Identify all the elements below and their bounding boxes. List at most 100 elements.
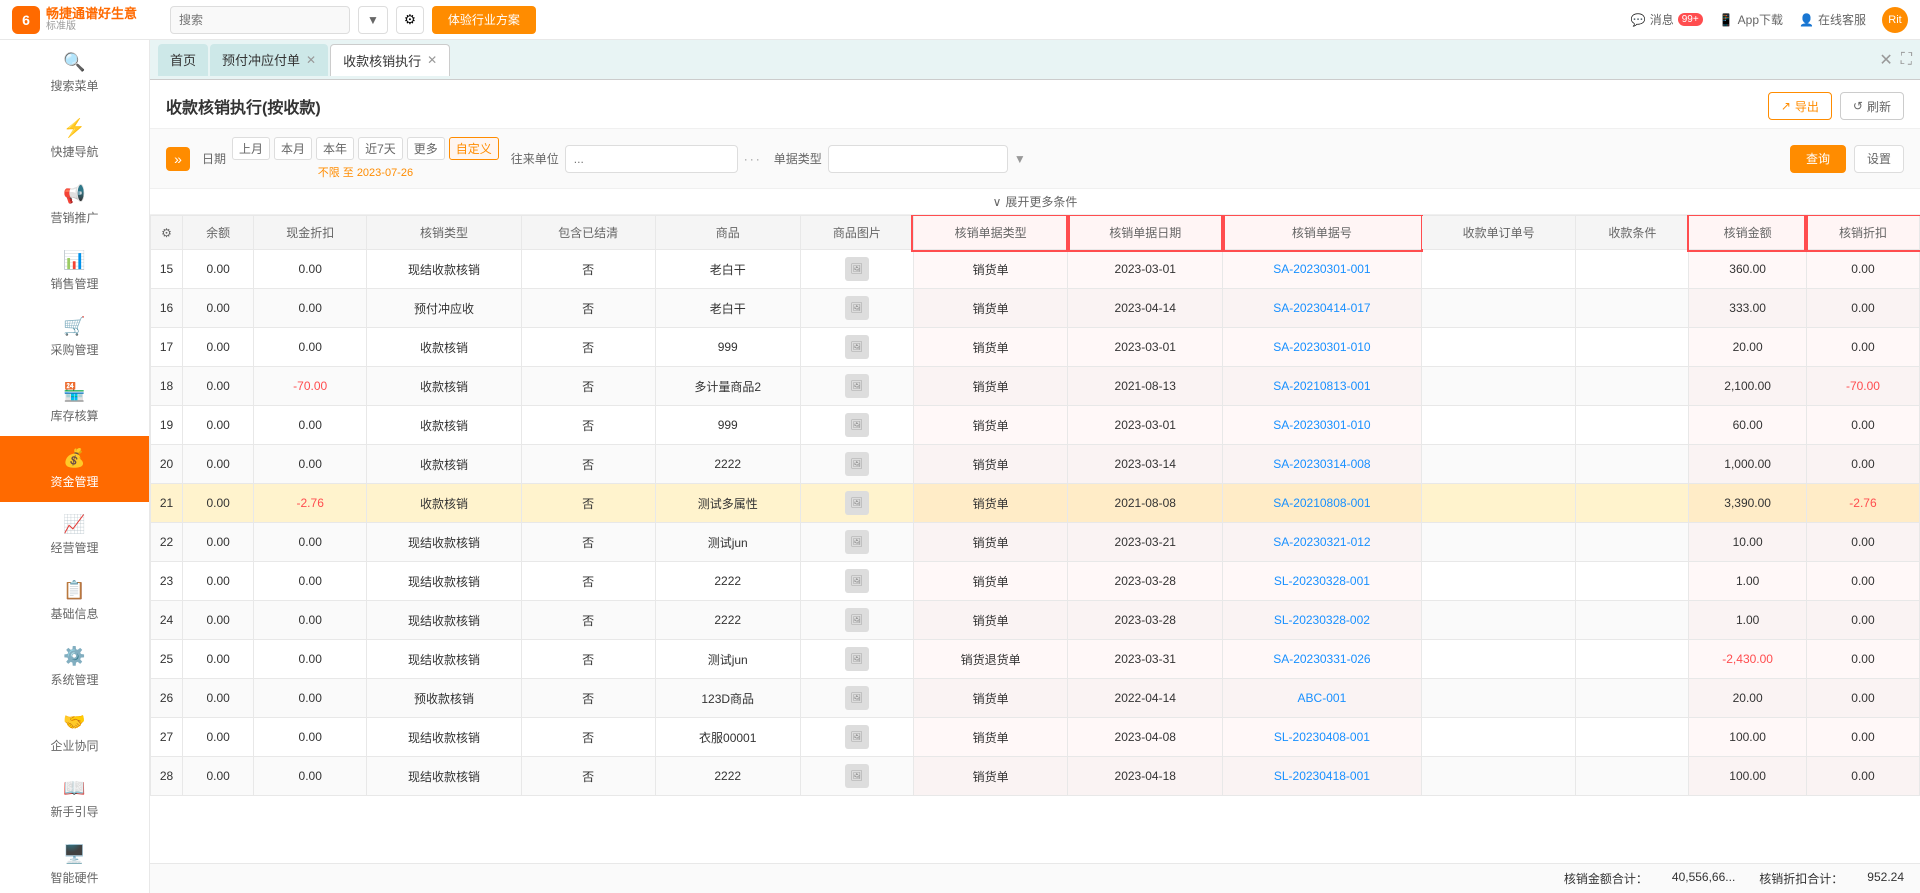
date-custom[interactable]: 自定义 (449, 137, 499, 160)
cell-goods-img: 🖼 (800, 757, 913, 796)
cell-order-no (1421, 562, 1576, 601)
bill-no-link[interactable]: SA-20230414-017 (1273, 301, 1370, 315)
online-service-button[interactable]: 👤 在线客服 (1799, 11, 1866, 28)
cell-goods: 123D商品 (655, 679, 800, 718)
sidebar-item-1[interactable]: ⚡快捷导航 (0, 106, 149, 172)
cell-cash-discount: -70.00 (254, 367, 367, 406)
sidebar-item-10[interactable]: 🤝企业协同 (0, 700, 149, 766)
sidebar-label-11: 新手引导 (50, 803, 98, 820)
sidebar-item-8[interactable]: 📋基础信息 (0, 568, 149, 634)
cell-bill-no: SA-20230414-017 (1223, 289, 1422, 328)
cell-balance: 0.00 (183, 250, 254, 289)
date-filter-group: 日期 上月 本月 本年 近7天 更多 自定义 不限 至 2023-07-26 (202, 137, 499, 180)
bill-no-link[interactable]: SL-20230408-001 (1274, 730, 1370, 744)
bill-type-dropdown-icon[interactable]: ▼ (1014, 152, 1026, 166)
bill-no-link[interactable]: SA-20230314-008 (1273, 457, 1370, 471)
tab-collection[interactable]: 收款核销执行 ✕ (330, 44, 450, 76)
cell-balance: 0.00 (183, 406, 254, 445)
cell-goods: 老白干 (655, 250, 800, 289)
sidebar-label-0: 搜索菜单 (50, 77, 98, 94)
sidebar-item-2[interactable]: 📢营销推广 (0, 172, 149, 238)
cell-discount: 0.00 (1806, 523, 1919, 562)
cell-bill-no: ABC-001 (1223, 679, 1422, 718)
date-7days[interactable]: 近7天 (358, 137, 403, 160)
cell-order-no (1421, 718, 1576, 757)
date-more[interactable]: 更多 (407, 137, 445, 160)
cell-amount: 2,100.00 (1689, 367, 1807, 406)
bill-type-input[interactable] (828, 145, 1008, 173)
sidebar-item-5[interactable]: 🏪库存核算 (0, 370, 149, 436)
cell-bill-date: 2023-03-31 (1068, 640, 1223, 679)
app-download-button[interactable]: 📱 App下载 (1719, 11, 1783, 28)
cell-condition (1576, 289, 1689, 328)
cell-cash-discount: 0.00 (254, 757, 367, 796)
tab-collection-label: 收款核销执行 (343, 51, 421, 70)
cell-bill-no: SA-20230321-012 (1223, 523, 1422, 562)
bill-no-link[interactable]: SA-20230321-012 (1273, 535, 1370, 549)
cell-bill-no: SA-20230301-010 (1223, 406, 1422, 445)
sidebar-item-6[interactable]: 💰资金管理 (0, 436, 149, 502)
bill-no-link[interactable]: ABC-001 (1298, 691, 1347, 705)
settings-button[interactable]: 设置 (1854, 145, 1904, 173)
expand-more-button[interactable]: ∨ 展开更多条件 (993, 193, 1078, 210)
bill-no-link[interactable]: SA-20230301-001 (1273, 262, 1370, 276)
date-this-month[interactable]: 本月 (274, 137, 312, 160)
bill-no-link[interactable]: SL-20230328-002 (1274, 613, 1370, 627)
user-avatar[interactable]: Rit (1882, 7, 1908, 33)
tab-collection-close[interactable]: ✕ (427, 53, 437, 67)
tab-home[interactable]: 首页 (158, 44, 208, 76)
export-button[interactable]: ↗ 导出 (1768, 92, 1832, 120)
date-this-year[interactable]: 本年 (316, 137, 354, 160)
table-row: 28 0.00 0.00 现结收款核销 否 2222 🖼 销货单 2023-04… (151, 757, 1920, 796)
app-name: 畅捷通谱好生意 (46, 6, 137, 22)
sidebar-item-0[interactable]: 🔍搜索菜单 (0, 40, 149, 106)
date-last-month[interactable]: 上月 (232, 137, 270, 160)
cell-cash-discount: 0.00 (254, 640, 367, 679)
gear-button[interactable]: ⚙ (396, 6, 424, 34)
sidebar-item-12[interactable]: 🖥️智能硬件 (0, 832, 149, 893)
bill-no-link[interactable]: SA-20230301-010 (1273, 340, 1370, 354)
cell-goods: 测试多属性 (655, 484, 800, 523)
tab-close-window[interactable]: ✕ (1879, 50, 1892, 70)
message-button[interactable]: 💬 消息 99+ (1631, 11, 1703, 28)
cell-order-no (1421, 679, 1576, 718)
bill-no-link[interactable]: SA-20230331-026 (1273, 652, 1370, 666)
cell-included: 否 (521, 484, 655, 523)
sidebar-item-7[interactable]: 📈经营管理 (0, 502, 149, 568)
refresh-button[interactable]: ↺ 刷新 (1840, 92, 1904, 120)
tab-prepay-close[interactable]: ✕ (306, 53, 316, 67)
tab-maximize[interactable]: ⛶ (1901, 51, 1912, 69)
table-row: 15 0.00 0.00 现结收款核销 否 老白干 🖼 销货单 2023-03-… (151, 250, 1920, 289)
bill-no-link[interactable]: SA-20210808-001 (1273, 496, 1370, 510)
cell-bill-date: 2021-08-13 (1068, 367, 1223, 406)
bill-no-link[interactable]: SL-20230418-001 (1274, 769, 1370, 783)
cell-bill-date: 2023-03-28 (1068, 562, 1223, 601)
cell-condition (1576, 640, 1689, 679)
col-amount: 核销金额 (1689, 216, 1807, 250)
cell-goods: 测试jun (655, 640, 800, 679)
cell-balance: 0.00 (183, 523, 254, 562)
dropdown-button[interactable]: ▼ (358, 6, 388, 34)
cell-included: 否 (521, 367, 655, 406)
bill-no-link[interactable]: SL-20230328-001 (1274, 574, 1370, 588)
discount-total-value: 952.24 (1867, 870, 1904, 887)
cell-goods-img: 🖼 (800, 640, 913, 679)
partner-input[interactable] (565, 145, 738, 173)
sidebar-item-3[interactable]: 📊销售管理 (0, 238, 149, 304)
filter-expand-button[interactable]: » (166, 147, 190, 171)
table-wrapper: ⚙ 余额 现金折扣 核销类型 包含已结清 商品 商品图片 核销单据类型 核销单据… (150, 215, 1920, 863)
sidebar-item-9[interactable]: ⚙️系统管理 (0, 634, 149, 700)
cell-condition (1576, 679, 1689, 718)
query-button[interactable]: 查询 (1790, 145, 1846, 173)
solution-button[interactable]: 体验行业方案 (432, 6, 536, 34)
col-goods: 商品 (655, 216, 800, 250)
tab-prepay[interactable]: 预付冲应付单 ✕ (210, 44, 328, 76)
sidebar-item-11[interactable]: 📖新手引导 (0, 766, 149, 832)
bill-no-link[interactable]: SA-20210813-001 (1273, 379, 1370, 393)
bill-no-link[interactable]: SA-20230301-010 (1273, 418, 1370, 432)
cell-id: 27 (151, 718, 183, 757)
search-input[interactable] (170, 6, 350, 34)
sidebar-item-4[interactable]: 🛒采购管理 (0, 304, 149, 370)
cell-included: 否 (521, 445, 655, 484)
expand-more-icon: ∨ (993, 195, 1002, 209)
